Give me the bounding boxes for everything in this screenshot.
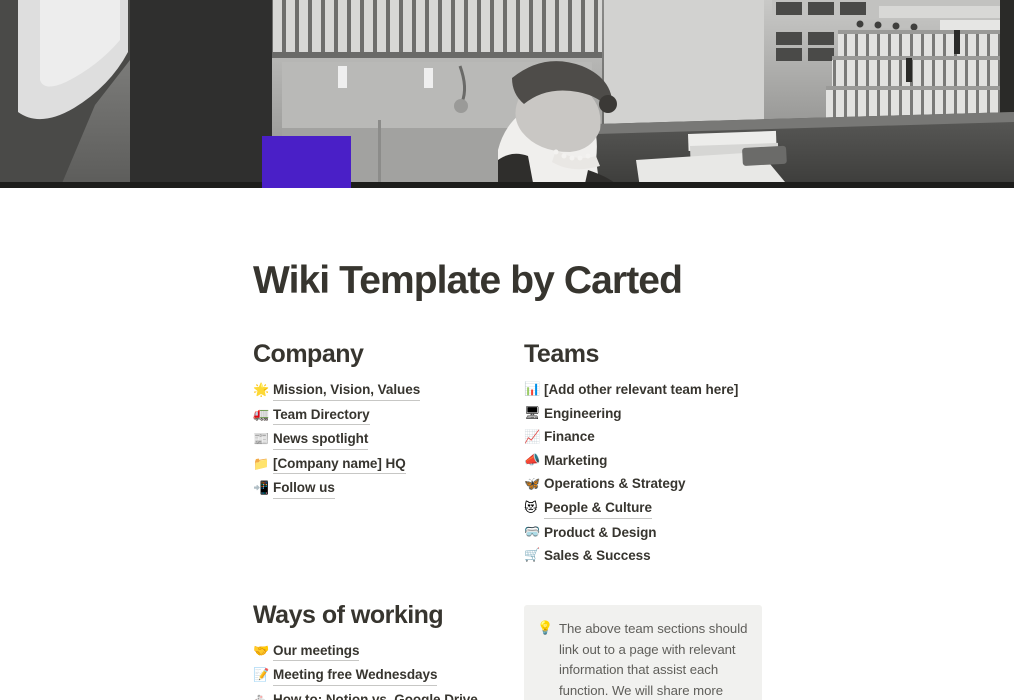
bar-chart-icon: 📊	[524, 382, 541, 398]
list-item[interactable]: 😻 People & Culture	[524, 496, 776, 521]
teams-link-operations-strategy[interactable]: Operations & Strategy	[544, 474, 686, 494]
telephone-booth-icon: 🚛	[253, 407, 270, 423]
ways-of-working-heading: Ways of working	[253, 600, 444, 629]
ways-of-working-section: Ways of working 🤝 Our meetings 📝 Meeting…	[253, 600, 524, 700]
list-item[interactable]: 📝 Meeting free Wednesdays	[253, 663, 524, 688]
bottom-columns: Ways of working 🤝 Our meetings 📝 Meeting…	[253, 600, 1014, 700]
callout-column: 💡 The above team sections should link ou…	[524, 600, 776, 700]
teams-link-sales-success[interactable]: Sales & Success	[544, 546, 651, 566]
teams-link-finance[interactable]: Finance	[544, 427, 595, 447]
newspaper-icon: 📰	[253, 432, 270, 448]
company-link-company-hq[interactable]: [Company name] HQ	[273, 454, 406, 475]
cover-image[interactable]: insert your logo	[0, 0, 1014, 188]
cover-photo-illustration	[0, 0, 1014, 188]
page-title: Wiki Template by Carted	[253, 259, 683, 302]
company-link-follow-us[interactable]: Follow us	[273, 478, 335, 499]
page-content: Wiki Template by Carted Company 🌟 Missio…	[0, 188, 1014, 700]
list-item[interactable]: 🦋 Operations & Strategy	[524, 472, 776, 496]
list-item[interactable]: 🛒 Sales & Success	[524, 544, 776, 568]
mouse-icon: 🐁	[253, 694, 273, 700]
list-item[interactable]: 🤝 Our meetings	[253, 639, 524, 664]
list-item[interactable]: 🖥 Engineering	[524, 402, 776, 426]
list-item[interactable]: 📣 Marketing	[524, 449, 776, 473]
list-item[interactable]: 📈 Finance	[524, 425, 776, 449]
teams-heading: Teams	[524, 339, 599, 368]
company-link-news-spotlight[interactable]: News spotlight	[273, 429, 368, 450]
company-link-list: 🌟 Mission, Vision, Values 🚛 Team Directo…	[253, 378, 524, 501]
shopping-cart-icon: 🛒	[524, 548, 541, 564]
list-item[interactable]: 🐁 How to: Notion vs. Google Drive	[253, 688, 524, 700]
teams-link-people-culture[interactable]: People & Culture	[544, 498, 652, 519]
glowing-star-icon: 🌟	[253, 382, 270, 398]
ways-of-working-link-list: 🤝 Our meetings 📝 Meeting free Wednesdays…	[253, 639, 524, 700]
list-item[interactable]: 🚛 Team Directory	[253, 403, 524, 428]
callout-box[interactable]: 💡 The above team sections should link ou…	[524, 604, 762, 700]
company-link-team-directory[interactable]: Team Directory	[273, 405, 370, 426]
list-item[interactable]: 📊 [Add other relevant team here]	[524, 378, 776, 402]
smiling-cat-heart-eyes-icon: 😻	[524, 500, 538, 516]
company-section: Company 🌟 Mission, Vision, Values 🚛 Team…	[253, 339, 524, 568]
logo-placeholder[interactable]: insert your logo	[262, 136, 351, 188]
list-item[interactable]: 📰 News spotlight	[253, 427, 524, 452]
list-item[interactable]: 📁 [Company name] HQ	[253, 452, 524, 477]
teams-section: Teams 📊 [Add other relevant team here] 🖥…	[524, 339, 776, 568]
teams-link-engineering[interactable]: Engineering	[544, 404, 622, 424]
butterfly-icon: 🦋	[524, 476, 541, 492]
list-item[interactable]: 🌟 Mission, Vision, Values	[253, 378, 524, 403]
desktop-computer-icon: 🖥	[524, 405, 541, 421]
handshake-icon: 🤝	[253, 643, 270, 659]
company-heading: Company	[253, 339, 364, 368]
ways-link-our-meetings[interactable]: Our meetings	[273, 641, 359, 662]
list-item[interactable]: 📲 Follow us	[253, 476, 524, 501]
list-item[interactable]: 🥽 Product & Design	[524, 521, 776, 545]
company-link-mission-vision-values[interactable]: Mission, Vision, Values	[273, 380, 420, 401]
teams-link-marketing[interactable]: Marketing	[544, 451, 607, 471]
mobile-phone-with-arrow-icon: 📲	[253, 481, 270, 497]
ways-link-meeting-free-wednesdays[interactable]: Meeting free Wednesdays	[273, 665, 437, 687]
goggles-icon: 🥽	[524, 524, 541, 540]
ways-link-how-to-notion-vs-google-drive[interactable]: How to: Notion vs. Google Drive	[273, 690, 478, 700]
teams-link-product-design[interactable]: Product & Design	[544, 523, 657, 543]
file-folder-icon: 📁	[253, 456, 270, 472]
light-bulb-icon: 💡	[537, 620, 554, 636]
teams-link-add-other-team[interactable]: [Add other relevant team here]	[544, 380, 738, 400]
chart-increasing-icon: 📈	[524, 429, 541, 445]
teams-link-list: 📊 [Add other relevant team here] 🖥 Engin…	[524, 378, 776, 568]
top-columns: Company 🌟 Mission, Vision, Values 🚛 Team…	[253, 339, 1014, 568]
callout-text: The above team sections should link out …	[559, 620, 748, 699]
memo-icon: 📝	[253, 668, 270, 684]
megaphone-icon: 📣	[524, 453, 541, 469]
